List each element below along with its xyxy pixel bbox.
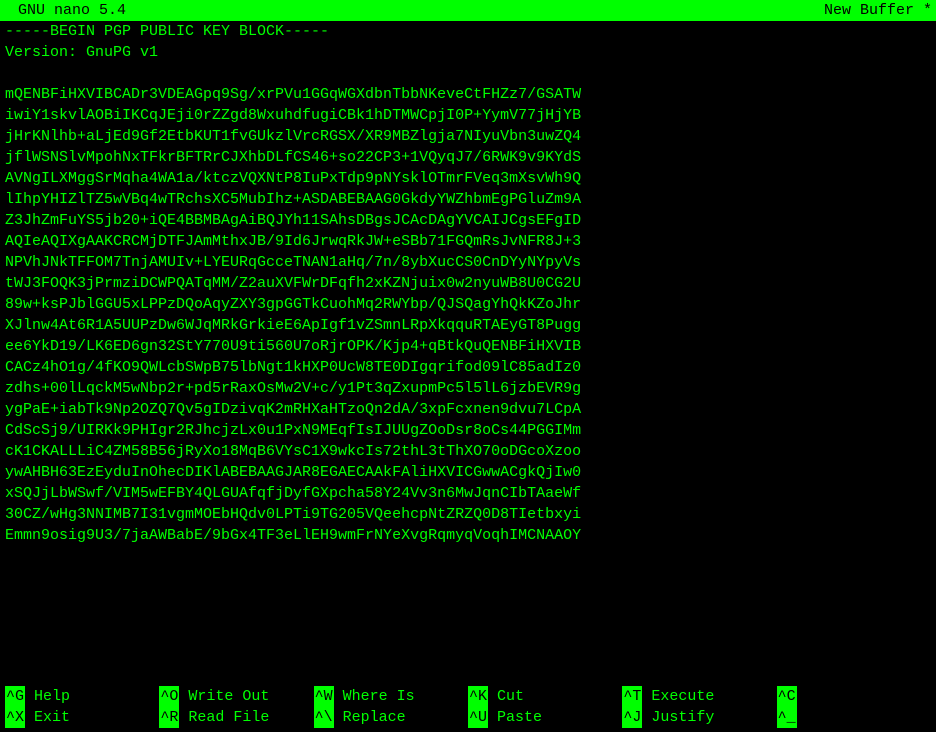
shortcut-item[interactable]: ^G Help xyxy=(5,686,159,707)
shortcut-item[interactable]: ^R Read File xyxy=(159,707,313,728)
shortcut-key: ^\ xyxy=(314,707,334,728)
shortcut-label: Replace xyxy=(343,707,406,728)
buffer-status: New Buffer * xyxy=(824,0,932,21)
content-line[interactable]: 89w+ksPJblGGU5xLPPzDQoAqyZXY3gpGGTkCuohM… xyxy=(5,294,931,315)
content-line[interactable]: jflWSNSlvMpohNxTFkrBFTRrCJXhbDLfCS46+so2… xyxy=(5,147,931,168)
content-line[interactable]: cK1CKALLLiC4ZM58B56jRyXo18MqB6VYsC1X9wkc… xyxy=(5,441,931,462)
content-line[interactable]: CACz4hO1g/4fKO9QWLcbSWpB75lbNgt1kHXP0UcW… xyxy=(5,357,931,378)
content-line[interactable]: XJlnw4At6R1A5UUPzDw6WJqMRkGrkieE6ApIgf1v… xyxy=(5,315,931,336)
content-line[interactable]: iwiY1skvlAOBiIKCqJEji0rZZgd8WxuhdfugiCBk… xyxy=(5,105,931,126)
content-line[interactable]: xSQJjLbWSwf/VIM5wEFBY4QLGUAfqfjDyfGXpcha… xyxy=(5,483,931,504)
content-line[interactable]: Z3JhZmFuYS5jb20+iQE4BBMBAgAiBQJYh11SAhsD… xyxy=(5,210,931,231)
content-line[interactable]: AVNgILXMggSrMqha4WA1a/ktczVQXNtP8IuPxTdp… xyxy=(5,168,931,189)
shortcut-item[interactable]: ^W Where Is xyxy=(314,686,468,707)
content-line[interactable]: Emmn9osig9U3/7jaAWBabE/9bGx4TF3eLlEH9wmF… xyxy=(5,525,931,546)
shortcut-key: ^G xyxy=(5,686,25,707)
shortcut-label: Cut xyxy=(497,686,524,707)
content-line[interactable] xyxy=(5,63,931,84)
content-line[interactable]: zdhs+00lLqckM5wNbp2r+pd5rRaxOsMw2V+c/y1P… xyxy=(5,378,931,399)
shortcut-label: Help xyxy=(34,686,70,707)
shortcut-label: Paste xyxy=(497,707,542,728)
shortcut-row-1: ^G Help ^O Write Out ^W Where Is ^K Cut ^T Execut… xyxy=(5,686,931,707)
shortcut-item[interactable]: ^J Justify xyxy=(622,707,776,728)
shortcut-label: Where Is xyxy=(343,686,415,707)
shortcut-item[interactable]: ^X Exit xyxy=(5,707,159,728)
content-line[interactable]: tWJ3FOQK3jPrmziDCWPQATqMM/Z2auXVFWrDFqfh… xyxy=(5,273,931,294)
app-name: GNU nano 5.4 xyxy=(4,0,126,21)
shortcut-key: ^R xyxy=(159,707,179,728)
shortcut-item[interactable]: ^\ Replace xyxy=(314,707,468,728)
content-line[interactable]: NPVhJNkTFFOM7TnjAMUIv+LYEURqGcceTNAN1aHq… xyxy=(5,252,931,273)
shortcut-bar: ^G Help ^O Write Out ^W Where Is ^K Cut ^T Execut… xyxy=(0,686,936,728)
shortcut-item[interactable]: ^U Paste xyxy=(468,707,622,728)
shortcut-row-2: ^X Exit ^R Read File ^\ Replace ^U Paste ^J Justi… xyxy=(5,707,931,728)
content-line[interactable]: jHrKNlhb+aLjEd9Gf2EtbKUT1fvGUkzlVrcRGSX/… xyxy=(5,126,931,147)
content-line[interactable]: ee6YkD19/LK6ED6gn32StY770U9ti560U7oRjrOP… xyxy=(5,336,931,357)
content-line[interactable]: lIhpYHIZlTZ5wVBq4wTRchsXC5MubIhz+ASDABEB… xyxy=(5,189,931,210)
content-line[interactable]: AQIeAQIXgAAKCRCMjDTFJAmMthxJB/9Id6JrwqRk… xyxy=(5,231,931,252)
shortcut-label: Justify xyxy=(651,707,714,728)
content-line[interactable]: Version: GnuPG v1 xyxy=(5,42,931,63)
content-line[interactable]: mQENBFiHXVIBCADr3VDEAGpq9Sg/xrPVu1GGqWGX… xyxy=(5,84,931,105)
content-line[interactable]: ygPaE+iabTk9Np2OZQ7Qv5gIDzivqK2mRHXaHTzo… xyxy=(5,399,931,420)
shortcut-key: ^O xyxy=(159,686,179,707)
content-line[interactable]: CdScSj9/UIRKk9PHIgr2RJhcjzLx0u1PxN9MEqfI… xyxy=(5,420,931,441)
shortcut-key: ^U xyxy=(468,707,488,728)
titlebar: GNU nano 5.4 New Buffer * xyxy=(0,0,936,21)
shortcut-key: ^_ xyxy=(777,707,797,728)
content-line[interactable]: -----BEGIN PGP PUBLIC KEY BLOCK----- xyxy=(5,21,931,42)
shortcut-key: ^W xyxy=(314,686,334,707)
shortcut-item[interactable]: ^C xyxy=(777,686,931,707)
shortcut-item[interactable]: ^T Execute xyxy=(622,686,776,707)
shortcut-key: ^T xyxy=(622,686,642,707)
shortcut-label: Execute xyxy=(651,686,714,707)
shortcut-label: Write Out xyxy=(188,686,269,707)
content-line[interactable]: ywAHBH63EzEyduInOhecDIKlABEBAAGJAR8EGAEC… xyxy=(5,462,931,483)
editor-content[interactable]: -----BEGIN PGP PUBLIC KEY BLOCK-----Vers… xyxy=(0,21,936,546)
shortcut-item[interactable]: ^O Write Out xyxy=(159,686,313,707)
shortcut-label: Read File xyxy=(188,707,269,728)
shortcut-label: Exit xyxy=(34,707,70,728)
shortcut-key: ^X xyxy=(5,707,25,728)
shortcut-key: ^K xyxy=(468,686,488,707)
shortcut-item[interactable]: ^K Cut xyxy=(468,686,622,707)
content-line[interactable]: 30CZ/wHg3NNIMB7I31vgmMOEbHQdv0LPTi9TG205… xyxy=(5,504,931,525)
shortcut-item[interactable]: ^_ xyxy=(777,707,931,728)
shortcut-key: ^J xyxy=(622,707,642,728)
shortcut-key: ^C xyxy=(777,686,797,707)
